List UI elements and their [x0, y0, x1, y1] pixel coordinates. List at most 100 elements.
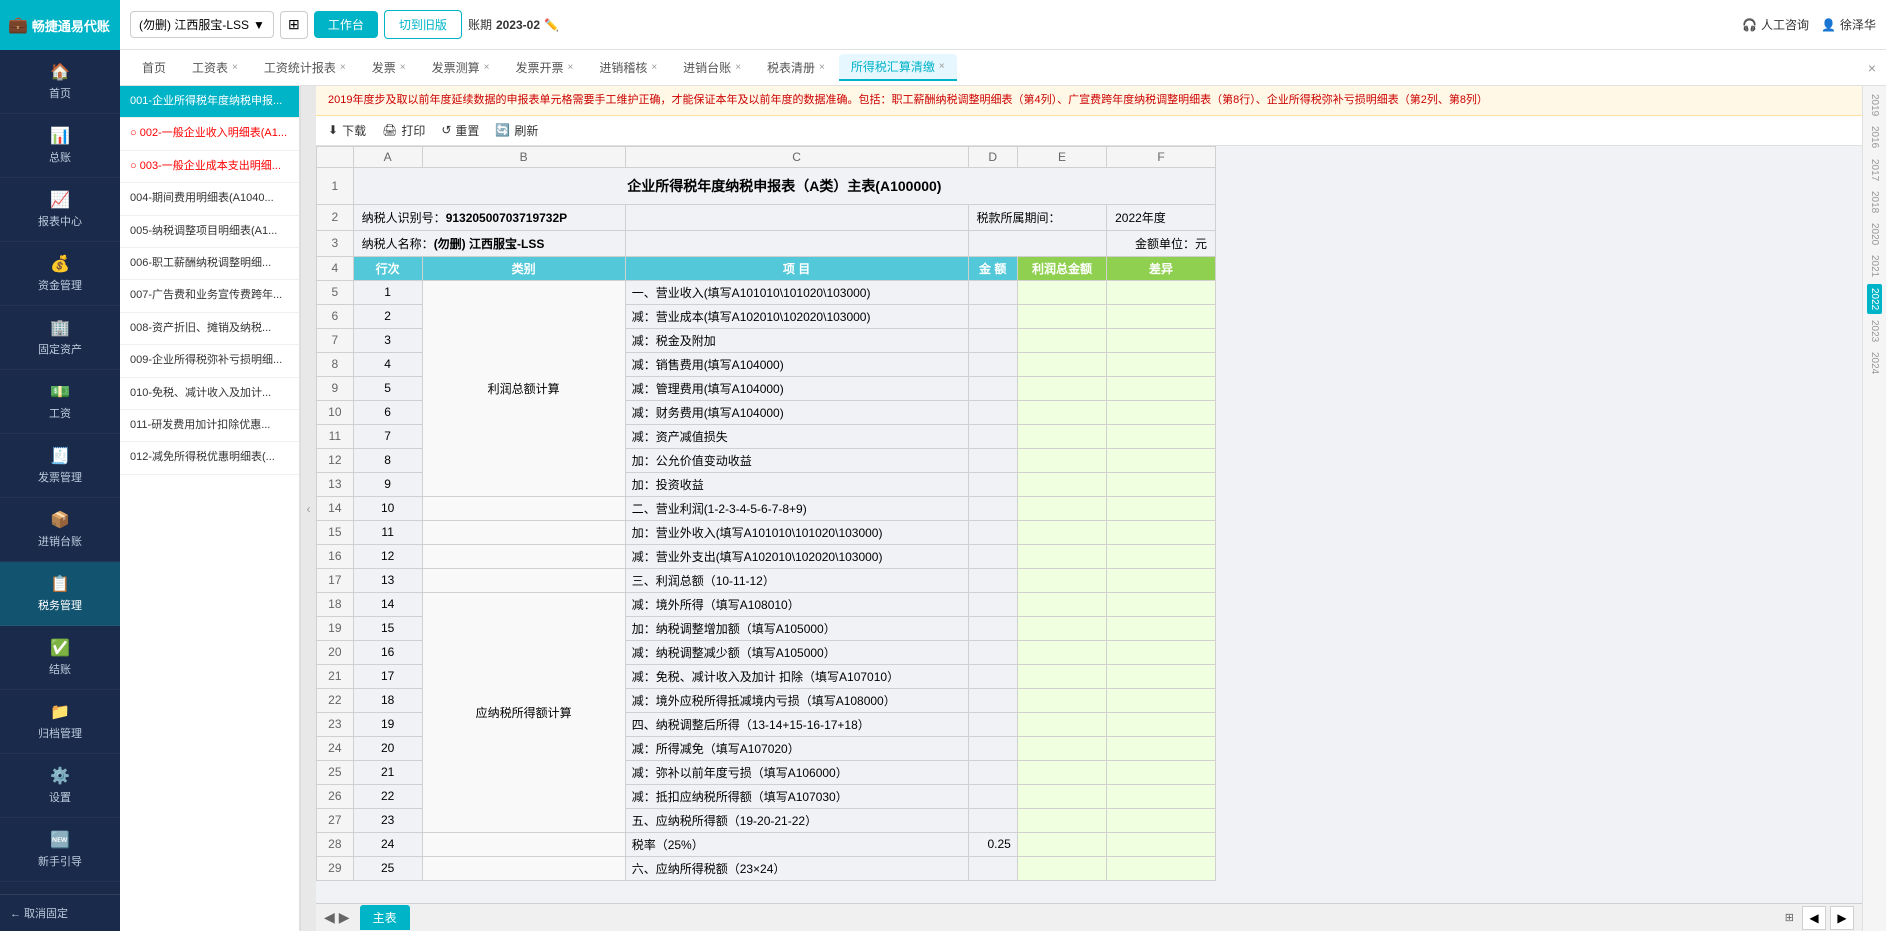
workbench-button[interactable]: 工作台: [314, 11, 378, 38]
panel-toggle-button[interactable]: ‹: [300, 86, 316, 931]
edit-date-icon[interactable]: ✏️: [544, 18, 559, 32]
year-item-2017[interactable]: 2017: [1867, 155, 1882, 185]
tab-invoice[interactable]: 发票 ×: [360, 55, 418, 80]
left-panel-item-010[interactable]: 010-免税、减计收入及加计...: [120, 378, 299, 410]
download-icon: ⬇: [328, 123, 338, 137]
sheet-prev-btn[interactable]: ◀: [324, 909, 335, 926]
left-panel-item-003[interactable]: ○ 003-一般企业成本支出明细...: [120, 151, 299, 183]
app-logo: 💼 畅捷通易代账: [0, 0, 120, 50]
sidebar-item-settle[interactable]: ✅ 结账: [0, 626, 120, 690]
sidebar-item-assets[interactable]: 🏢 固定资产: [0, 306, 120, 370]
grid-icon: ⊞: [288, 16, 300, 33]
year-item-2023[interactable]: 2023: [1867, 316, 1882, 346]
tab-invoice-calc[interactable]: 发票测算 ×: [420, 55, 502, 80]
company-selector[interactable]: (勿删) 江西服宝-LSS ▼: [130, 11, 274, 38]
sidebar-item-label: 结账: [49, 661, 71, 677]
tab-close-icon[interactable]: ×: [567, 62, 573, 73]
sidebar-item-archive[interactable]: 📁 归档管理: [0, 690, 120, 754]
settings-icon-btn[interactable]: ⊞: [280, 11, 308, 39]
col-a-header: A: [353, 146, 422, 167]
left-panel-item-002[interactable]: ○ 002-一般企业收入明细表(A1...: [120, 118, 299, 150]
tab-close-icon[interactable]: ×: [484, 62, 490, 73]
tab-close-icon[interactable]: ×: [232, 62, 238, 73]
tab-invoice-open[interactable]: 发票开票 ×: [503, 55, 585, 80]
sidebar-item-salary[interactable]: 💵 工资: [0, 370, 120, 434]
reset-icon: ↺: [441, 123, 451, 137]
row-num: 1: [317, 167, 354, 204]
left-panel-item-012[interactable]: 012-减免所得税优惠明细表(...: [120, 442, 299, 474]
year-item-2019[interactable]: 2019: [1867, 90, 1882, 120]
left-panel-item-004[interactable]: 004-期间费用明细表(A1040...: [120, 183, 299, 215]
tab-tax-clear[interactable]: 税表清册 ×: [755, 55, 837, 80]
sidebar-item-settings[interactable]: ⚙️ 设置: [0, 754, 120, 818]
purchase-icon: 📦: [50, 510, 70, 530]
report-icon: 📈: [50, 190, 70, 210]
content-area: 001-企业所得税年度纳税申报... ○ 002-一般企业收入明细表(A1...…: [120, 86, 1886, 931]
year-item-2016[interactable]: 2016: [1867, 122, 1882, 152]
sidebar-item-ledger[interactable]: 📊 总账: [0, 114, 120, 178]
sidebar-item-guide[interactable]: 🆕 新手引导: [0, 818, 120, 882]
tab-salary-table[interactable]: 工资表 ×: [180, 55, 250, 80]
col-e-header: E: [1017, 146, 1106, 167]
tab-sales-check[interactable]: 进销稽核 ×: [587, 55, 669, 80]
user-profile-button[interactable]: 👤 徐泽华: [1821, 16, 1876, 33]
logo-icon: 💼: [8, 15, 28, 35]
col-d-header: D: [968, 146, 1017, 167]
left-panel-item-009[interactable]: 009-企业所得税弥补亏损明细...: [120, 345, 299, 377]
tab-close-icon[interactable]: ×: [340, 62, 346, 73]
page-prev-btn[interactable]: ◀: [1802, 906, 1826, 930]
refresh-button[interactable]: 🔄 刷新: [495, 122, 538, 139]
tab-close-icon[interactable]: ×: [819, 62, 825, 73]
spreadsheet-container[interactable]: A B C D E F 1 企业所得税年度纳税申: [316, 146, 1862, 904]
topbar-right: 🎧 人工咨询 👤 徐泽华: [1742, 16, 1876, 33]
tab-close-icon[interactable]: ×: [939, 61, 945, 72]
sidebar-item-fund[interactable]: 💰 资金管理: [0, 242, 120, 306]
year-item-2021[interactable]: 2021: [1867, 251, 1882, 281]
year-item-2020[interactable]: 2020: [1867, 219, 1882, 249]
sidebar-item-label: 固定资产: [38, 341, 82, 357]
switch-old-button[interactable]: 切到旧版: [384, 10, 462, 39]
empty-cell: [625, 204, 968, 230]
sidebar-item-label: 发票管理: [38, 469, 82, 485]
left-panel-item-008[interactable]: 008-资产折旧、摊销及纳税...: [120, 313, 299, 345]
download-button[interactable]: ⬇ 下载: [328, 122, 366, 139]
avatar: 👤: [1821, 18, 1836, 32]
sidebar-item-member[interactable]: 👑 畅会员: [0, 882, 120, 894]
sidebar-item-report[interactable]: 📈 报表中心: [0, 178, 120, 242]
sidebar-unpin-button[interactable]: ← 取消固定: [0, 894, 120, 931]
tab-home[interactable]: 首页: [130, 55, 178, 80]
reset-button[interactable]: ↺ 重置: [441, 122, 479, 139]
sidebar-item-tax[interactable]: 📋 税务管理: [0, 562, 120, 626]
left-panel-item-005[interactable]: 005-纳税调整项目明细表(A1...: [120, 216, 299, 248]
sidebar-item-label: 首页: [49, 85, 71, 101]
tab-close-icon[interactable]: ×: [400, 62, 406, 73]
left-panel-item-011[interactable]: 011-研发费用加计扣除优惠...: [120, 410, 299, 442]
left-panel-item-001[interactable]: 001-企业所得税年度纳税申报...: [120, 86, 299, 118]
table-row: 5 1 利润总额计算 一、营业收入(填写A101010\101020\10300…: [317, 280, 1216, 304]
tab-income-tax[interactable]: 所得税汇算清缴 ×: [839, 54, 957, 81]
table-row: 28 24 税率（25%） 0.25: [317, 832, 1216, 856]
year-item-2024[interactable]: 2024: [1867, 348, 1882, 378]
tab-close-icon[interactable]: ×: [735, 62, 741, 73]
year-item-2018[interactable]: 2018: [1867, 187, 1882, 217]
tab-close-all-icon[interactable]: ×: [1868, 60, 1876, 76]
left-panel-item-006[interactable]: 006-职工薪酬纳税调整明细...: [120, 248, 299, 280]
print-button[interactable]: 🖨 打印: [382, 122, 425, 139]
tab-sales-ledger[interactable]: 进销台账 ×: [671, 55, 753, 80]
page-next-btn[interactable]: ▶: [1830, 906, 1854, 930]
col-leibie-header: 类别: [422, 256, 625, 280]
row-number-header: [317, 146, 354, 167]
tab-salary-stat[interactable]: 工资统计报表 ×: [252, 55, 358, 80]
ai-consult-button[interactable]: 🎧 人工咨询: [1742, 16, 1809, 33]
table-title-cell: 企业所得税年度纳税申报表（A类）主表(A100000): [353, 167, 1215, 204]
sidebar-item-invoice[interactable]: 🧾 发票管理: [0, 434, 120, 498]
sidebar-item-purchase[interactable]: 📦 进销台账: [0, 498, 120, 562]
left-panel-item-007[interactable]: 007-广告费和业务宣传费跨年...: [120, 280, 299, 312]
year-item-2022[interactable]: 2022: [1867, 284, 1882, 314]
sheet-tab-main[interactable]: 主表: [360, 905, 410, 930]
table-row: 17 13 三、利润总额（10-11-12）: [317, 568, 1216, 592]
sidebar-item-home[interactable]: 🏠 首页: [0, 50, 120, 114]
tab-close-icon[interactable]: ×: [651, 62, 657, 73]
sidebar-item-label: 税务管理: [38, 597, 82, 613]
sheet-next-btn[interactable]: ▶: [339, 909, 350, 926]
